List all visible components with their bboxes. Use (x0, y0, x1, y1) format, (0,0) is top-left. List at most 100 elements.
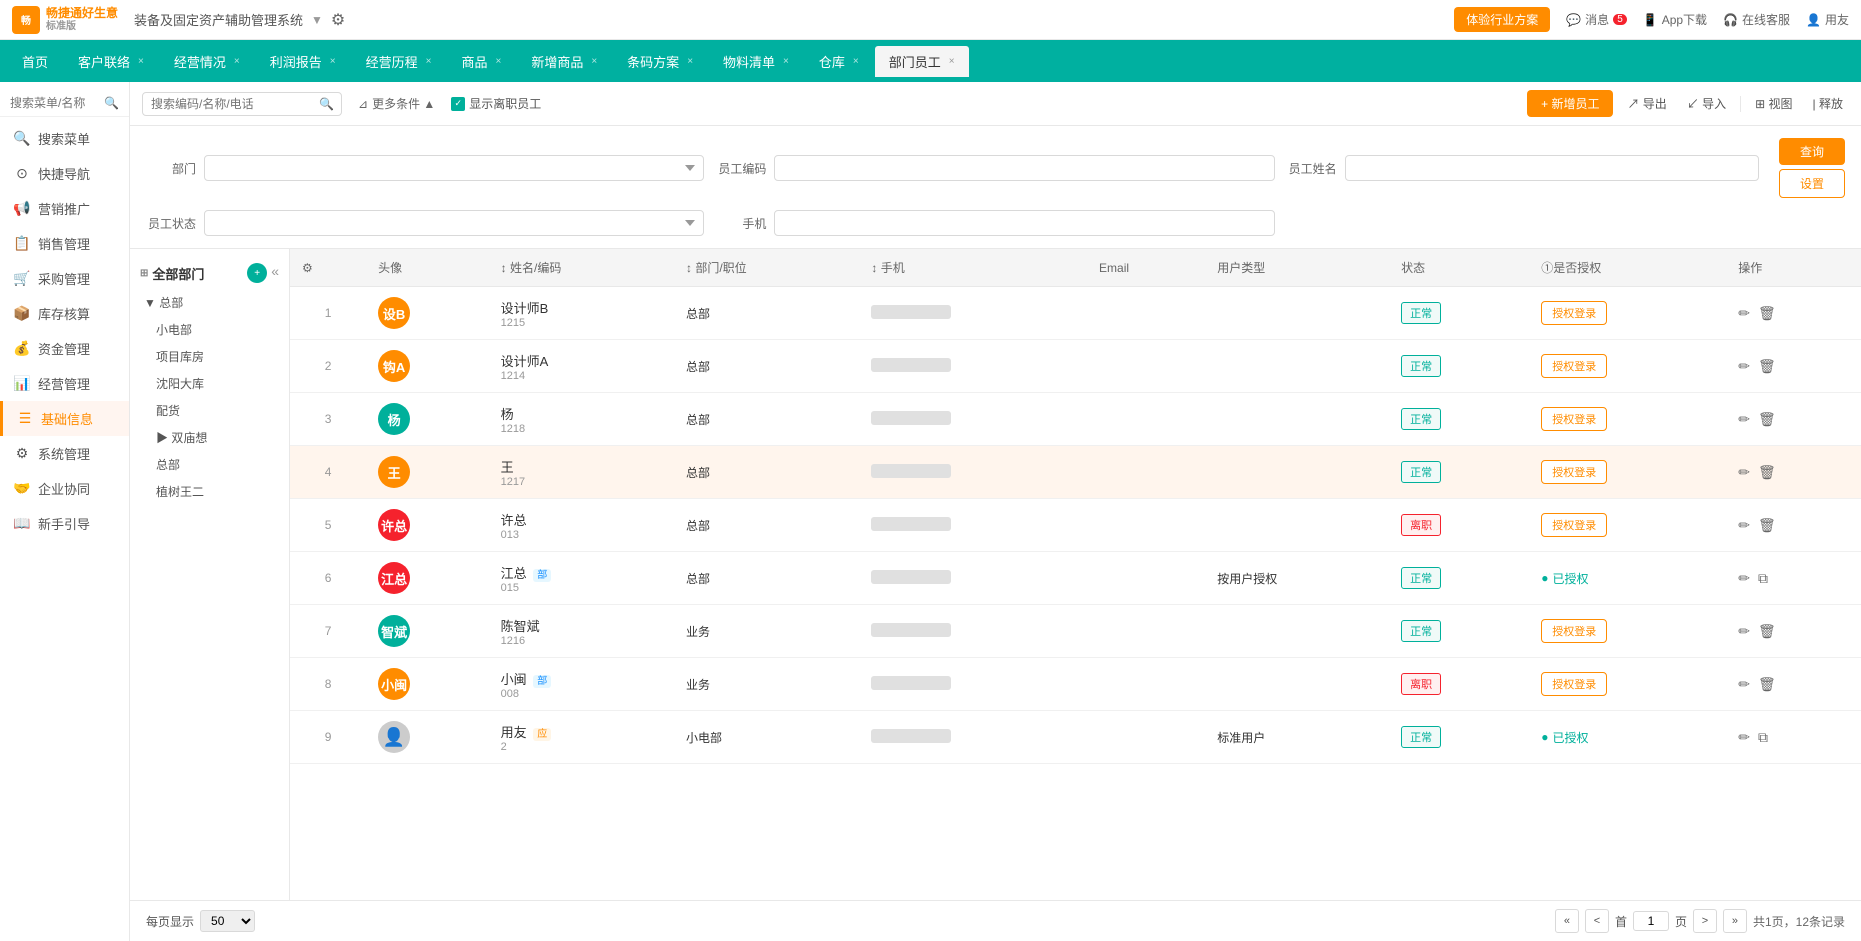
row-usertype (1205, 340, 1389, 393)
col-settings[interactable]: ⚙ (290, 249, 366, 287)
row-phone (859, 552, 1087, 605)
dept-node-xdb[interactable]: 小电部 (136, 316, 283, 343)
message-btn[interactable]: 💬消息5 (1566, 11, 1627, 28)
copy-icon[interactable]: ⧉ (1758, 729, 1768, 746)
emp-name-input[interactable] (1345, 155, 1759, 181)
delete-icon[interactable]: 🗑 (1758, 623, 1776, 640)
set-btn[interactable]: 设置 (1779, 169, 1845, 198)
dept-node-zb[interactable]: ▼ 总部 (136, 289, 283, 316)
edit-icon[interactable]: ✏ (1738, 305, 1750, 322)
emp-code-input[interactable] (774, 155, 1274, 181)
online-service-btn[interactable]: 🎧在线客服 (1723, 11, 1790, 28)
dept-add-icon[interactable]: + (247, 263, 267, 283)
row-email (1087, 552, 1205, 605)
row-status: 正常 (1389, 287, 1529, 340)
col-phone[interactable]: ↕ 手机 (859, 249, 1087, 287)
tab-customer[interactable]: 客户联络 × (64, 46, 158, 77)
prev-page-btn[interactable]: < (1585, 909, 1609, 933)
tab-profit[interactable]: 利润报告 × (256, 46, 350, 77)
auth-btn[interactable]: 授权登录 (1541, 460, 1607, 484)
sidebar-item-finance[interactable]: 💰资金管理 (0, 331, 129, 366)
logo: 畅 畅捷通好生意 标准版 (12, 6, 118, 34)
dept-node-zswer[interactable]: 植树王二 (136, 478, 283, 505)
view-btn[interactable]: ⊞ 视图 (1749, 91, 1798, 116)
dept-node-xmkf[interactable]: 项目库房 (136, 343, 283, 370)
search-input[interactable] (142, 92, 342, 116)
edit-icon[interactable]: ✏ (1738, 358, 1750, 375)
delete-icon[interactable]: 🗑 (1758, 411, 1776, 428)
user-avatar[interactable]: 👤用友 (1806, 11, 1849, 28)
sidebar-item-collab[interactable]: 🤝企业协同 (0, 471, 129, 506)
emp-status-select[interactable] (204, 210, 704, 236)
page-size-select[interactable]: 50 100 200 (200, 910, 255, 932)
last-page-btn[interactable]: » (1723, 909, 1747, 933)
first-page-btn[interactable]: « (1555, 909, 1579, 933)
auth-btn[interactable]: 授权登录 (1541, 407, 1607, 431)
sidebar-item-purchase[interactable]: 🛒采购管理 (0, 261, 129, 296)
add-employee-btn[interactable]: + 新增员工 (1527, 90, 1613, 117)
tab-warehouse[interactable]: 仓库 × (805, 46, 873, 77)
dept-node-zbu[interactable]: 总部 (136, 451, 283, 478)
copy-icon[interactable]: ⧉ (1758, 570, 1768, 587)
dept-node-smx[interactable]: ▶ 双庙想 (136, 424, 283, 451)
auth-btn[interactable]: 授权登录 (1541, 672, 1607, 696)
tab-home[interactable]: 首页 (8, 46, 62, 77)
auth-btn[interactable]: 授权登录 (1541, 354, 1607, 378)
table-row: 1 设B 设计师B1215 总部 正常 授权登录 ✏🗑 (290, 287, 1861, 340)
delete-icon[interactable]: 🗑 (1758, 517, 1776, 534)
next-page-btn[interactable]: > (1693, 909, 1717, 933)
sidebar-item-nav[interactable]: ⊙快捷导航 (0, 156, 129, 191)
settings-icon[interactable]: ⚙ (331, 10, 345, 30)
edit-icon[interactable]: ✏ (1738, 464, 1750, 481)
dept-node-sydp[interactable]: 沈阳大库 (136, 370, 283, 397)
sidebar-item-inventory[interactable]: 📦库存核算 (0, 296, 129, 331)
app-download-btn[interactable]: 📱App下载 (1643, 11, 1707, 28)
sidebar-item-system[interactable]: ⚙系统管理 (0, 436, 129, 471)
dept-collapse-icon[interactable]: « (271, 263, 279, 283)
dept-node-ph[interactable]: 配货 (136, 397, 283, 424)
tab-bom[interactable]: 物料清单 × (709, 46, 803, 77)
query-btn[interactable]: 查询 (1779, 138, 1845, 165)
auth-btn[interactable]: 授权登录 (1541, 513, 1607, 537)
tab-barcode[interactable]: 条码方案 × (613, 46, 707, 77)
dept-filter-select[interactable] (204, 155, 704, 181)
delete-icon[interactable]: 🗑 (1758, 676, 1776, 693)
edit-icon[interactable]: ✏ (1738, 729, 1750, 746)
import-btn[interactable]: ↙ 导入 (1681, 91, 1732, 116)
tab-operations[interactable]: 经营情况 × (160, 46, 254, 77)
page-end-label: 页 (1675, 913, 1687, 930)
row-email (1087, 393, 1205, 446)
tab-add-goods[interactable]: 新增商品 × (517, 46, 611, 77)
dropdown-icon[interactable]: ▼ (311, 13, 323, 27)
edit-icon[interactable]: ✏ (1738, 411, 1750, 428)
sidebar-item-basic[interactable]: ☰基础信息 (0, 401, 129, 436)
col-dept[interactable]: ↕ 部门/职位 (674, 249, 859, 287)
edit-icon[interactable]: ✏ (1738, 517, 1750, 534)
col-name[interactable]: ↕ 姓名/编码 (489, 249, 674, 287)
trial-button[interactable]: 体验行业方案 (1454, 7, 1550, 32)
edit-icon[interactable]: ✏ (1738, 676, 1750, 693)
edit-icon[interactable]: ✏ (1738, 623, 1750, 640)
delete-icon[interactable]: 🗑 (1758, 464, 1776, 481)
show-resigned-toggle[interactable]: ✓ 显示离职员工 (451, 95, 541, 112)
sidebar-item-guide[interactable]: 📖新手引导 (0, 506, 129, 541)
tab-goods[interactable]: 商品 × (447, 46, 515, 77)
tab-employees[interactable]: 部门员工 × (875, 46, 969, 77)
sidebar-item-search[interactable]: 🔍搜索菜单 (0, 121, 129, 156)
more-options-btn[interactable]: | 释放 (1807, 91, 1849, 116)
delete-icon[interactable]: 🗑 (1758, 305, 1776, 322)
col-avatar: 头像 (366, 249, 489, 287)
tab-history[interactable]: 经营历程 × (352, 46, 446, 77)
sidebar-item-sales[interactable]: 📋销售管理 (0, 226, 129, 261)
phone-input[interactable] (774, 210, 1274, 236)
more-filter-btn[interactable]: ⊿更多条件 ▲ (350, 91, 443, 116)
page-number-input[interactable] (1633, 911, 1669, 931)
auth-btn[interactable]: 授权登录 (1541, 619, 1607, 643)
delete-icon[interactable]: 🗑 (1758, 358, 1776, 375)
auth-btn[interactable]: 授权登录 (1541, 301, 1607, 325)
export-btn[interactable]: ↗ 导出 (1621, 91, 1672, 116)
edit-icon[interactable]: ✏ (1738, 570, 1750, 587)
sidebar-item-operations[interactable]: 📊经营管理 (0, 366, 129, 401)
sidebar-item-marketing[interactable]: 📢营销推广 (0, 191, 129, 226)
sidebar-search-input[interactable] (10, 96, 104, 110)
